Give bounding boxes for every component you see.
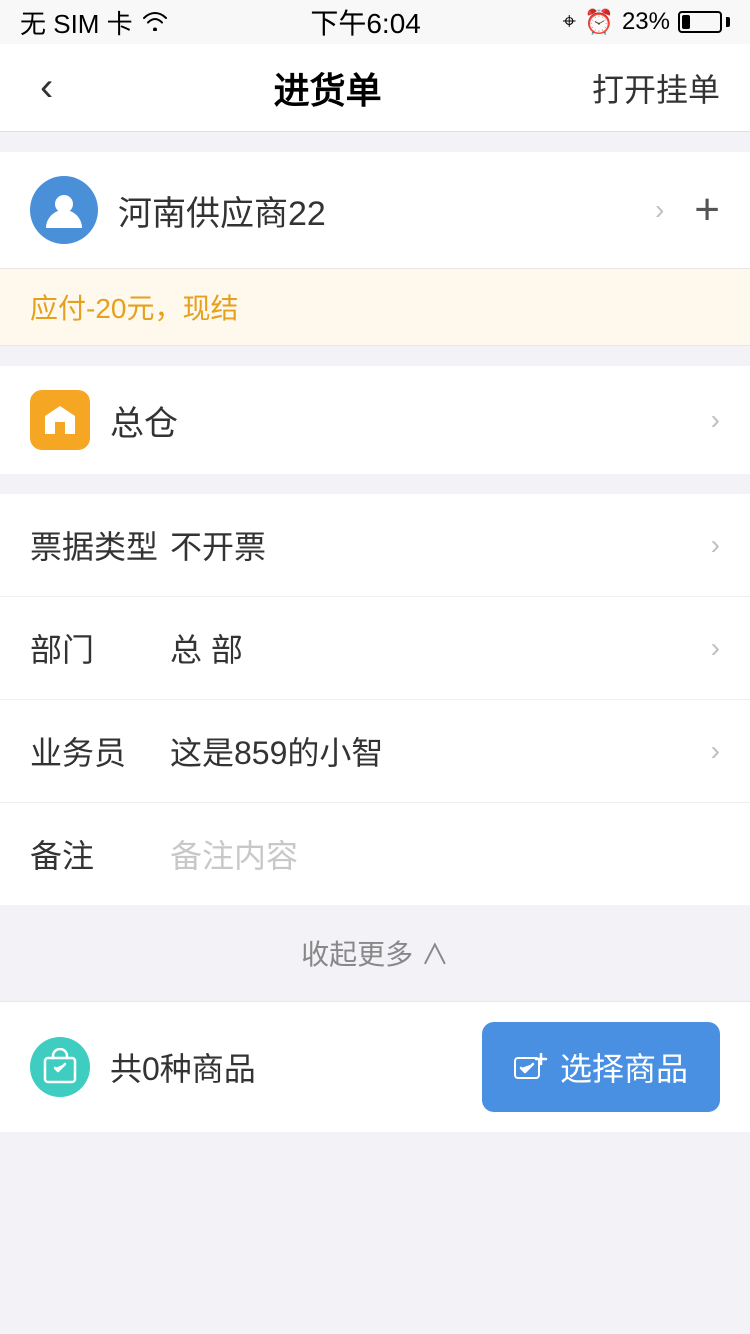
salesperson-row[interactable]: 业务员 这是859的小智 › [0, 700, 750, 803]
wifi-icon [141, 7, 169, 38]
supplier-row[interactable]: 河南供应商22 › + [0, 152, 750, 269]
notice-text: 应付-20元，现结 [30, 293, 238, 324]
supplier-avatar [30, 176, 98, 244]
alarm-icon: ⏰ [584, 8, 614, 37]
back-button[interactable]: ‹ [30, 55, 63, 120]
notice-bar: 应付-20元，现结 [0, 269, 750, 346]
warehouse-name: 总仓 [110, 396, 711, 445]
remark-value[interactable]: 备注内容 [170, 831, 720, 877]
invoice-type-value: 不开票 [170, 522, 701, 568]
department-value: 总 部 [170, 625, 701, 671]
select-product-label: 选择商品 [560, 1044, 688, 1090]
warehouse-section: 总仓 › [0, 366, 750, 474]
invoice-type-label: 票据类型 [30, 522, 170, 568]
invoice-type-chevron-icon: › [711, 529, 720, 561]
gray-filler [0, 1132, 750, 1332]
battery-percent: 23% [622, 8, 670, 36]
remark-label: 备注 [30, 831, 170, 877]
separator-3 [0, 474, 750, 494]
warehouse-chevron-icon: › [711, 404, 720, 436]
form-section: 票据类型 不开票 › 部门 总 部 › 业务员 这是859的小智 › 备注 备注… [0, 494, 750, 905]
salesperson-value: 这是859的小智 [170, 728, 701, 774]
select-product-button[interactable]: 选择商品 [482, 1022, 720, 1112]
bottom-bar: 共0种商品 选择商品 [0, 1001, 750, 1132]
carrier-text: 无 SIM 卡 [20, 4, 133, 41]
open-pending-button[interactable]: 打开挂单 [592, 65, 720, 111]
status-bar-left: 无 SIM 卡 [20, 4, 169, 41]
battery-icon [678, 11, 730, 33]
separator-2 [0, 346, 750, 366]
supplier-chevron-icon: › [655, 194, 664, 226]
salesperson-chevron-icon: › [711, 735, 720, 767]
department-chevron-icon: › [711, 632, 720, 664]
add-supplier-button[interactable]: + [694, 188, 720, 232]
supplier-name: 河南供应商22 [118, 186, 655, 235]
warehouse-icon [30, 390, 90, 450]
page-title: 进货单 [274, 62, 382, 114]
product-count-text: 共0种商品 [110, 1044, 482, 1090]
department-row[interactable]: 部门 总 部 › [0, 597, 750, 700]
department-label: 部门 [30, 625, 170, 671]
invoice-type-row[interactable]: 票据类型 不开票 › [0, 494, 750, 597]
time-display: 下午6:04 [310, 2, 421, 42]
remark-row[interactable]: 备注 备注内容 [0, 803, 750, 905]
warehouse-row[interactable]: 总仓 › [0, 366, 750, 474]
location-icon: ⌖ [563, 8, 577, 36]
separator-1 [0, 132, 750, 152]
supplier-section: 河南供应商22 › + 应付-20元，现结 [0, 152, 750, 346]
status-bar-right: ⌖ ⏰ 23% [563, 8, 730, 37]
status-bar: 无 SIM 卡 下午6:04 ⌖ ⏰ 23% [0, 0, 750, 44]
nav-bar: ‹ 进货单 打开挂单 [0, 44, 750, 132]
salesperson-label: 业务员 [30, 728, 170, 774]
collapse-toggle-button[interactable]: 收起更多 ∧ [0, 905, 750, 1001]
product-count-icon [30, 1037, 90, 1097]
